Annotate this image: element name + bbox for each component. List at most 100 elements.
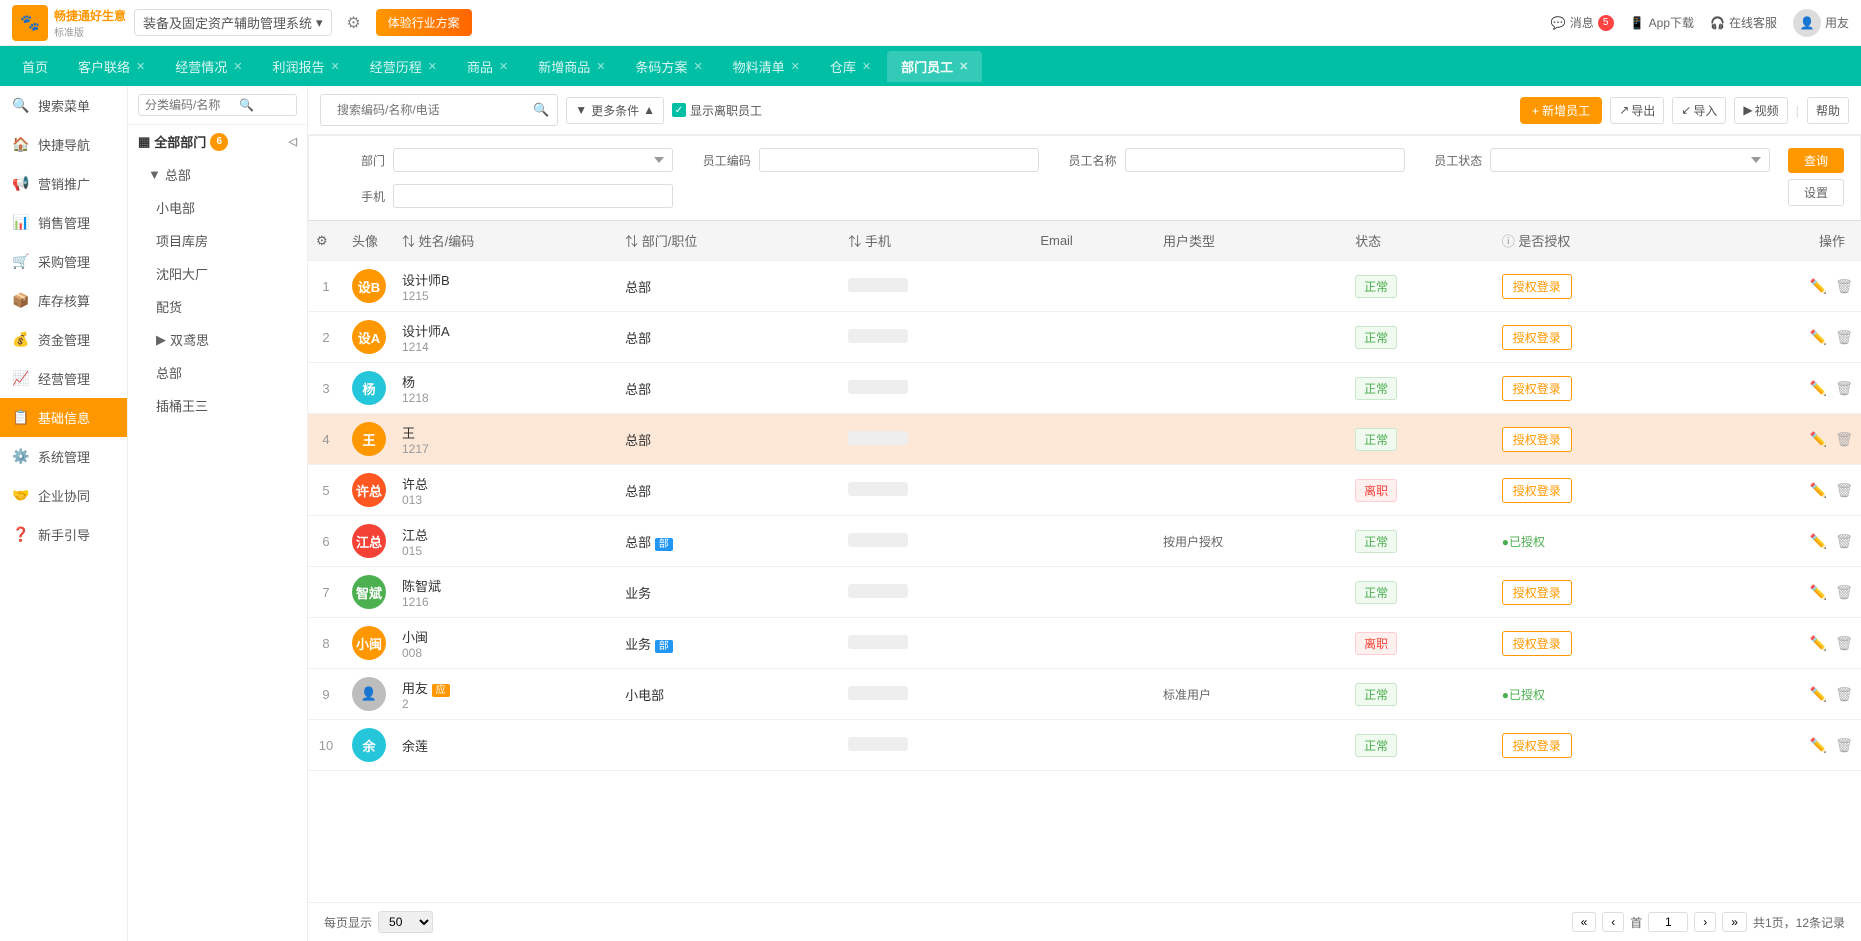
nav-tab-利润报告[interactable]: 利润报告 ✕ bbox=[258, 51, 353, 82]
nav-tab-商品[interactable]: 商品 ✕ bbox=[453, 51, 522, 82]
tab-close-icon[interactable]: ✕ bbox=[499, 60, 508, 73]
edit-icon[interactable]: ✏️ bbox=[1810, 533, 1827, 550]
dept-item-zongbu2[interactable]: 总部 bbox=[128, 356, 307, 389]
delete-icon[interactable]: 🗑 bbox=[1835, 533, 1853, 550]
filter-empname-input[interactable] bbox=[1125, 148, 1405, 172]
dept-item-zongbu-root[interactable]: ▼ 总部 bbox=[128, 158, 307, 191]
search-input[interactable] bbox=[329, 98, 529, 122]
delete-icon[interactable]: 🗑 bbox=[1835, 635, 1853, 652]
online-support-button[interactable]: 🎧 在线客服 bbox=[1710, 14, 1777, 31]
dept-item-shuangyuansi[interactable]: ▶ 双鸢思 bbox=[128, 323, 307, 356]
th-name-code[interactable]: ⇅ 姓名/编码 bbox=[394, 221, 617, 261]
filter-dept-select[interactable] bbox=[393, 148, 673, 172]
show-resigned-label[interactable]: ✓ 显示离职员工 bbox=[672, 102, 762, 119]
sidebar-item-new-guide[interactable]: ❓新手引导 bbox=[0, 515, 127, 554]
dept-search-input-wrap[interactable]: 🔍 bbox=[138, 94, 297, 116]
user-area[interactable]: 👤 用友 bbox=[1793, 9, 1849, 37]
delete-icon[interactable]: 🗑 bbox=[1835, 431, 1853, 448]
sidebar-item-sys-mgmt[interactable]: ⚙️系统管理 bbox=[0, 437, 127, 476]
tab-close-icon[interactable]: ✕ bbox=[428, 60, 437, 73]
delete-icon[interactable]: 🗑 bbox=[1835, 584, 1853, 601]
collapse-arrow-icon[interactable]: ▼ bbox=[148, 167, 161, 182]
search-box[interactable]: 🔍 bbox=[320, 94, 558, 126]
auth-login-button[interactable]: 授权登录 bbox=[1502, 631, 1572, 656]
dept-item-pumiu[interactable]: 插桶王三 bbox=[128, 389, 307, 422]
auth-login-button[interactable]: 授权登录 bbox=[1502, 376, 1572, 401]
tab-close-icon[interactable]: ✕ bbox=[959, 60, 968, 73]
filter-empcode-input[interactable] bbox=[759, 148, 1039, 172]
video-button[interactable]: ▶ 视频 bbox=[1734, 97, 1787, 124]
tab-close-icon[interactable]: ✕ bbox=[596, 60, 605, 73]
delete-icon[interactable]: 🗑 bbox=[1835, 380, 1853, 397]
th-phone[interactable]: ⇅ 手机 bbox=[840, 221, 1032, 261]
sidebar-item-purchase[interactable]: 🛒采购管理 bbox=[0, 242, 127, 281]
th-settings[interactable]: ⚙ bbox=[308, 221, 344, 261]
nav-tab-部门员工[interactable]: 部门员工 ✕ bbox=[887, 51, 982, 82]
message-button[interactable]: 💬 消息 5 bbox=[1551, 14, 1614, 31]
edit-icon[interactable]: ✏️ bbox=[1810, 635, 1827, 652]
auth-login-button[interactable]: 授权登录 bbox=[1502, 325, 1572, 350]
th-dept-pos[interactable]: ⇅ 部门/职位 bbox=[617, 221, 840, 261]
tab-close-icon[interactable]: ✕ bbox=[136, 60, 145, 73]
sidebar-item-basic-info[interactable]: 📋基础信息 bbox=[0, 398, 127, 437]
auth-login-button[interactable]: 授权登录 bbox=[1502, 427, 1572, 452]
nav-tab-仓库[interactable]: 仓库 ✕ bbox=[816, 51, 885, 82]
filter-phone-input[interactable] bbox=[393, 184, 673, 208]
edit-icon[interactable]: ✏️ bbox=[1810, 431, 1827, 448]
edit-icon[interactable]: ✏️ bbox=[1810, 482, 1827, 499]
help-button[interactable]: 帮助 bbox=[1807, 97, 1849, 124]
sidebar-item-sales[interactable]: 📊销售管理 bbox=[0, 203, 127, 242]
sidebar-item-finance[interactable]: 💰资金管理 bbox=[0, 320, 127, 359]
expand-arrow-icon[interactable]: ▶ bbox=[156, 332, 166, 348]
delete-icon[interactable]: 🗑 bbox=[1835, 482, 1853, 499]
dept-item-xiangmu[interactable]: 项目库房 bbox=[128, 224, 307, 257]
sidebar-item-quick-nav[interactable]: 🏠快捷导航 bbox=[0, 125, 127, 164]
gear-button[interactable]: ⚙ bbox=[340, 9, 368, 37]
auth-login-button[interactable]: 授权登录 bbox=[1502, 733, 1572, 758]
dept-collapse-icon[interactable]: ◁ bbox=[289, 135, 297, 148]
edit-icon[interactable]: ✏️ bbox=[1810, 278, 1827, 295]
dept-search-input[interactable] bbox=[145, 98, 235, 112]
edit-icon[interactable]: ✏️ bbox=[1810, 380, 1827, 397]
nav-tab-经营历程[interactable]: 经营历程 ✕ bbox=[356, 51, 451, 82]
filter-settings-button[interactable]: 设置 bbox=[1788, 179, 1844, 206]
dept-item-shenyang[interactable]: 沈阳大厂 bbox=[128, 257, 307, 290]
tab-close-icon[interactable]: ✕ bbox=[862, 60, 871, 73]
tab-close-icon[interactable]: ✕ bbox=[693, 60, 702, 73]
delete-icon[interactable]: 🗑 bbox=[1835, 737, 1853, 754]
page-size-select[interactable]: 50 100 bbox=[378, 911, 433, 933]
filter-status-select[interactable] bbox=[1490, 148, 1770, 172]
dept-all[interactable]: ▦ 全部部门 6 ◁ bbox=[128, 125, 307, 158]
edit-icon[interactable]: ✏️ bbox=[1810, 584, 1827, 601]
import-button[interactable]: ↙ 导入 bbox=[1672, 97, 1726, 124]
nav-tab-经营情况[interactable]: 经营情况 ✕ bbox=[161, 51, 256, 82]
add-employee-button[interactable]: + 新增员工 bbox=[1520, 97, 1602, 124]
nav-tab-条码方案[interactable]: 条码方案 ✕ bbox=[621, 51, 716, 82]
delete-icon[interactable]: 🗑 bbox=[1835, 329, 1853, 346]
dept-item-xiaodian[interactable]: 小电部 bbox=[128, 191, 307, 224]
auth-login-button[interactable]: 授权登录 bbox=[1502, 274, 1572, 299]
edit-icon[interactable]: ✏️ bbox=[1810, 686, 1827, 703]
sidebar-item-search-menu[interactable]: 🔍搜索菜单 bbox=[0, 86, 127, 125]
prev-page-button[interactable]: ‹ bbox=[1602, 912, 1624, 932]
sidebar-item-marketing[interactable]: 📢营销推广 bbox=[0, 164, 127, 203]
tab-close-icon[interactable]: ✕ bbox=[791, 60, 800, 73]
show-resigned-checkbox[interactable]: ✓ bbox=[672, 103, 686, 117]
edit-icon[interactable]: ✏️ bbox=[1810, 737, 1827, 754]
tab-close-icon[interactable]: ✕ bbox=[331, 60, 340, 73]
delete-icon[interactable]: 🗑 bbox=[1835, 278, 1853, 295]
dept-item-peihuo[interactable]: 配货 bbox=[128, 290, 307, 323]
sidebar-item-enterprise[interactable]: 🤝企业协同 bbox=[0, 476, 127, 515]
current-page-input[interactable] bbox=[1648, 912, 1688, 932]
export-button[interactable]: ↗ 导出 bbox=[1610, 97, 1664, 124]
auth-login-button[interactable]: 授权登录 bbox=[1502, 580, 1572, 605]
trial-button[interactable]: 体验行业方案 bbox=[376, 9, 472, 36]
more-filter-button[interactable]: ▼ 更多条件 ▲ bbox=[566, 97, 664, 124]
tab-close-icon[interactable]: ✕ bbox=[233, 60, 242, 73]
next-page-button[interactable]: › bbox=[1694, 912, 1716, 932]
query-button[interactable]: 查询 bbox=[1788, 148, 1844, 173]
last-page-button[interactable]: » bbox=[1722, 912, 1747, 932]
nav-tab-客户联络[interactable]: 客户联络 ✕ bbox=[64, 51, 159, 82]
nav-tab-新增商品[interactable]: 新增商品 ✕ bbox=[524, 51, 619, 82]
auth-login-button[interactable]: 授权登录 bbox=[1502, 478, 1572, 503]
